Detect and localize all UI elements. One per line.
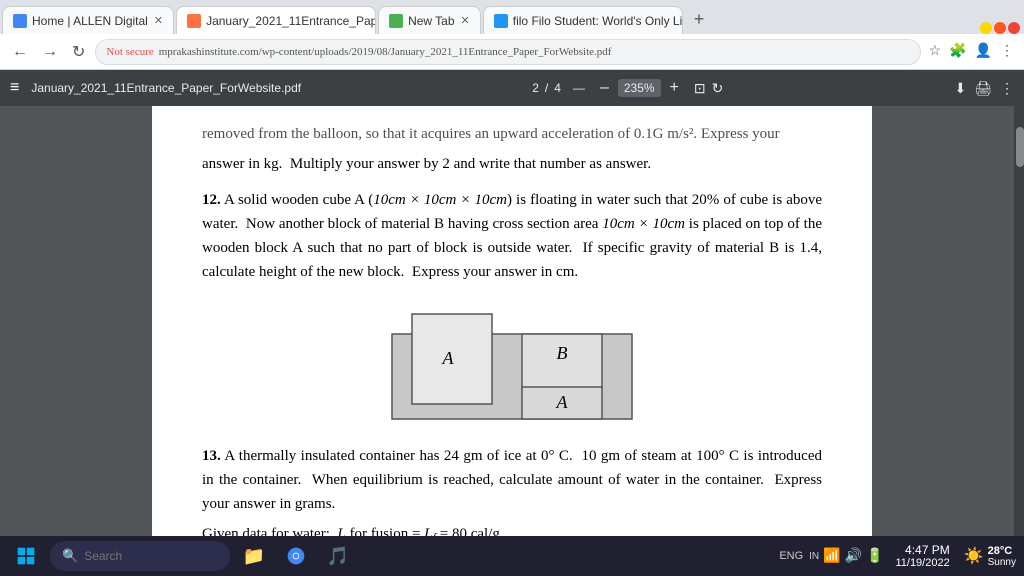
close-button[interactable] — [1008, 22, 1020, 34]
pdf-rotate-icon[interactable]: ↻ — [712, 80, 724, 97]
pdf-page-separator: / — [545, 81, 548, 95]
pdf-toolbar: ≡ January_2021_11Entrance_Paper_ForWebsi… — [0, 70, 1024, 106]
pdf-more-button[interactable]: ⋮ — [1000, 80, 1014, 97]
taskbar-region: IN — [809, 551, 819, 562]
diagram-label-a-above: A — [442, 348, 455, 368]
not-secure-label: Not secure — [106, 46, 153, 58]
minimize-button[interactable] — [980, 22, 992, 34]
taskbar-language: ENG — [779, 550, 803, 562]
start-button[interactable] — [8, 538, 44, 574]
pdf-menu-icon[interactable]: ≡ — [10, 79, 19, 97]
tab-label-filo: filo Filo Student: World's Only Live... — [513, 14, 683, 28]
pdf-zoom-out-button[interactable]: – — [597, 79, 612, 97]
address-field[interactable]: Not secure mprakashinstitute.com/wp-cont… — [95, 39, 920, 65]
extension-icon[interactable]: 🧩 — [947, 41, 968, 62]
tab-favicon-filo — [494, 14, 508, 28]
weather-icon: ☀️ — [964, 546, 984, 566]
pdf-dash: — — [573, 81, 585, 95]
pdf-download-button[interactable]: ⬇ — [954, 80, 966, 97]
taskbar: 🔍 📁 🎵 ENG IN 📶 🔊 🔋 4:47 PM 11/19/2022 ☀️… — [0, 536, 1024, 576]
taskbar-time: 4:47 PM — [895, 543, 949, 557]
back-button[interactable]: ← — [8, 41, 32, 63]
q13-number: 13. — [202, 448, 221, 464]
pdf-page: removed from the balloon, so that it acq… — [152, 106, 872, 576]
weather-desc: Sunny — [988, 557, 1016, 568]
pdf-toolbar-right: ⬇ 🖨 ⋮ — [954, 80, 1014, 97]
tab-newtab[interactable]: New Tab ✕ — [378, 6, 481, 34]
pdf-zoom-in-button[interactable]: + — [667, 79, 682, 97]
tab-close-allen[interactable]: ✕ — [154, 14, 163, 27]
pdf-print-button[interactable]: 🖨 — [974, 80, 992, 97]
taskbar-file-explorer[interactable]: 📁 — [236, 538, 272, 574]
pdf-content-area: removed from the balloon, so that it acq… — [0, 106, 1024, 576]
taskbar-chrome[interactable] — [278, 538, 314, 574]
profile-icon[interactable]: 👤 — [973, 41, 994, 62]
pdf-scrollbar[interactable] — [1014, 106, 1024, 576]
pdf-title: January_2021_11Entrance_Paper_ForWebsite… — [31, 81, 301, 95]
diagram-label-b: B — [557, 343, 568, 363]
tab-bar: Home | ALLEN Digital ✕ January_2021_11En… — [0, 0, 1024, 34]
bookmark-icon[interactable]: ☆ — [927, 41, 944, 62]
tab-label-allen: Home | ALLEN Digital — [32, 14, 148, 28]
restore-button[interactable] — [994, 22, 1006, 34]
pdf-scrollbar-thumb[interactable] — [1016, 127, 1024, 167]
weather-temp: 28°C — [988, 545, 1016, 557]
cutoff-line: removed from the balloon, so that it acq… — [202, 126, 822, 144]
pdf-page-total: 4 — [554, 81, 561, 95]
answer-line: answer in kg. Multiply your answer by 2 … — [202, 152, 822, 176]
forward-button[interactable]: → — [38, 41, 62, 63]
taskbar-weather: ☀️ 28°C Sunny — [964, 545, 1016, 568]
diagram-svg: A B A — [382, 304, 642, 424]
tab-pdf[interactable]: January_2021_11Entrance_Paper... ✕ — [176, 6, 376, 34]
chrome-icon — [286, 546, 306, 566]
pdf-page-current: 2 — [532, 81, 539, 95]
block-diagram: A B A — [382, 304, 642, 424]
battery-icon[interactable]: 🔋 — [866, 548, 883, 565]
taskbar-clock: 4:47 PM 11/19/2022 — [895, 543, 949, 569]
tab-label-pdf: January_2021_11Entrance_Paper... — [206, 14, 376, 28]
address-text: mprakashinstitute.com/wp-content/uploads… — [159, 46, 612, 58]
tab-filo[interactable]: filo Filo Student: World's Only Live... … — [483, 6, 683, 34]
file-explorer-icon: 📁 — [243, 546, 265, 567]
taskbar-tray: ENG IN 📶 🔊 🔋 — [779, 548, 883, 565]
reload-button[interactable]: ↻ — [68, 40, 89, 64]
pdf-page-controls: 2 / 4 — – 235% + ⊡ ↻ — [532, 79, 723, 97]
taskbar-app3-icon: 🎵 — [327, 546, 349, 567]
tab-favicon-allen — [13, 14, 27, 28]
tab-favicon-pdf — [187, 14, 201, 28]
taskbar-search-icon: 🔍 — [62, 548, 78, 564]
pdf-zoom-value: 235% — [618, 79, 661, 97]
taskbar-app3[interactable]: 🎵 — [320, 538, 356, 574]
question-12: 12. A solid wooden cube A (10cm × 10cm ×… — [202, 188, 822, 284]
pdf-fit-icon[interactable]: ⊡ — [694, 80, 706, 97]
diagram-label-a-sub: A — [556, 392, 569, 412]
q12-number: 12. — [202, 192, 221, 208]
tab-allen[interactable]: Home | ALLEN Digital ✕ — [2, 6, 174, 34]
volume-icon[interactable]: 🔊 — [845, 548, 862, 565]
tab-favicon-newtab — [389, 14, 403, 28]
diagram-container: A B A — [202, 304, 822, 424]
tab-label-newtab: New Tab — [408, 14, 454, 28]
taskbar-date: 11/19/2022 — [895, 557, 949, 569]
more-options-icon[interactable]: ⋮ — [998, 41, 1016, 62]
new-tab-button[interactable]: + — [688, 7, 711, 32]
address-bar: ← → ↻ Not secure mprakashinstitute.com/w… — [0, 34, 1024, 70]
browser-toolbar-icons: ☆ 🧩 👤 ⋮ — [927, 41, 1016, 62]
taskbar-search-bar[interactable]: 🔍 — [50, 541, 230, 571]
tab-close-newtab[interactable]: ✕ — [461, 14, 470, 27]
wifi-icon[interactable]: 📶 — [823, 548, 840, 565]
question-13: 13. A thermally insulated container has … — [202, 444, 822, 516]
taskbar-search-input[interactable] — [84, 549, 218, 563]
windows-icon — [16, 546, 36, 566]
